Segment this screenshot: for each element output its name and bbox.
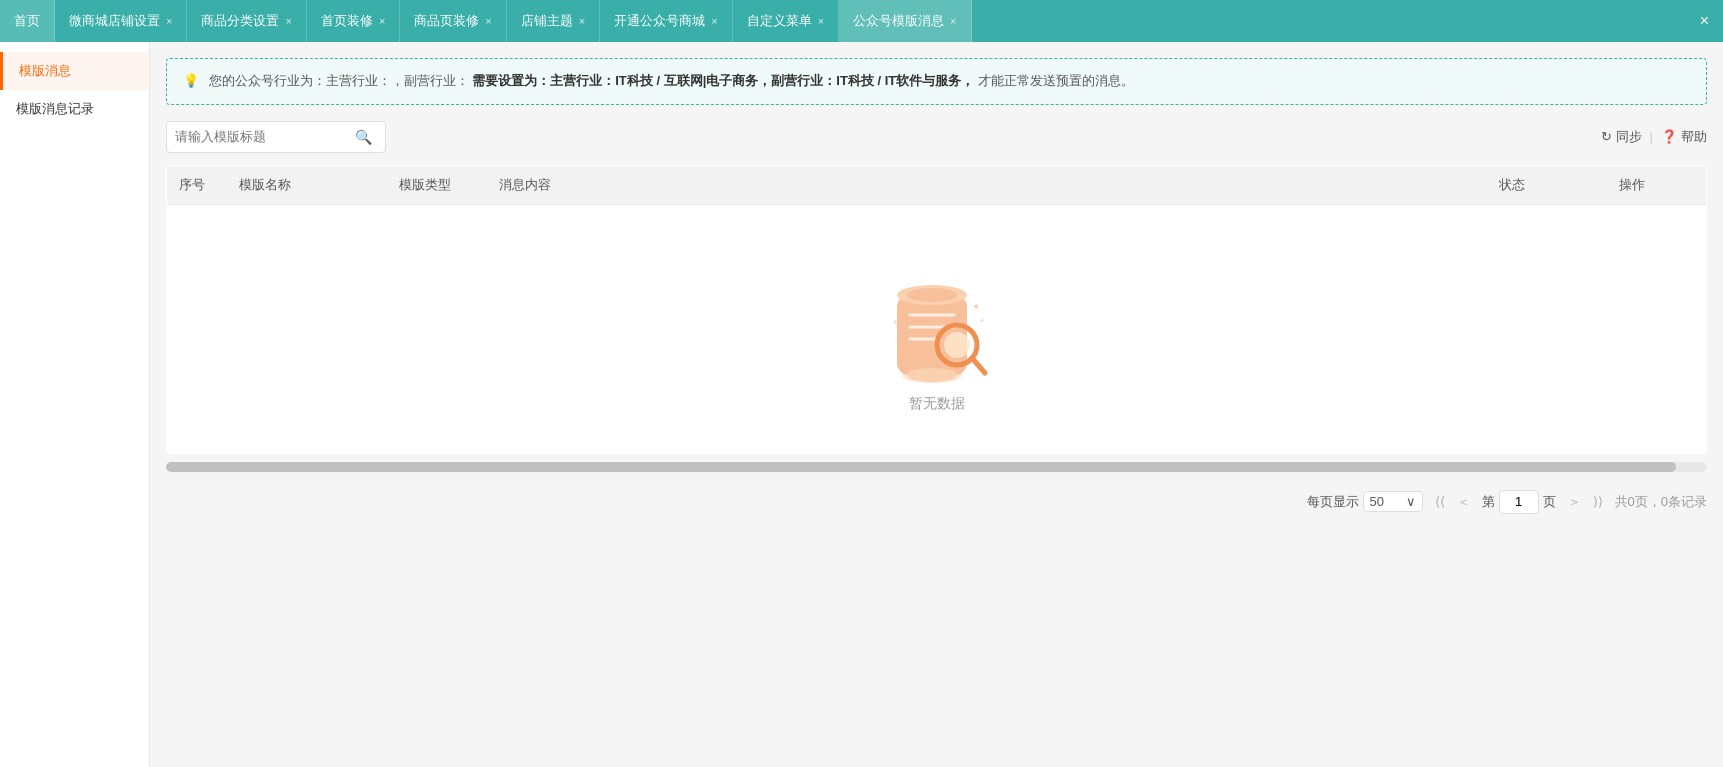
scrollbar-thumb[interactable] <box>166 462 1676 472</box>
search-input-wrap: 🔍 <box>166 121 386 153</box>
empty-state-row: ✦ ✦ ✦ 暂无数据 <box>167 204 1707 453</box>
page-size-select: 每页显示 50 ∨ <box>1307 491 1423 512</box>
tab-template-message[interactable]: 公众号模版消息 × <box>839 0 971 42</box>
col-header-type: 模版类型 <box>387 165 487 204</box>
svg-text:✦: ✦ <box>972 301 980 312</box>
svg-text:✦: ✦ <box>892 318 899 327</box>
svg-point-13 <box>907 368 957 382</box>
total-info: 共0页，0条记录 <box>1615 493 1707 511</box>
page-input: 第 页 <box>1482 490 1556 514</box>
tab-close-store-theme[interactable]: × <box>579 15 585 27</box>
svg-line-9 <box>972 358 985 373</box>
col-header-status: 状态 <box>1487 165 1607 204</box>
search-bar: 🔍 ↻ 同步 | ❓ 帮助 <box>166 121 1707 153</box>
search-icon[interactable]: 🔍 <box>355 129 372 145</box>
page-size-dropdown[interactable]: 50 ∨ <box>1363 491 1423 512</box>
page-nav-next: ＞ ⟩⟩ <box>1564 491 1607 513</box>
tab-homepage-decor[interactable]: 首页装修 × <box>307 0 400 42</box>
toolbar-right: ↻ 同步 | ❓ 帮助 <box>1601 128 1707 146</box>
tab-close-template-message[interactable]: × <box>950 15 956 27</box>
sync-icon: ↻ <box>1601 129 1612 144</box>
last-page-button[interactable]: ⟩⟩ <box>1589 492 1607 511</box>
tab-category-settings[interactable]: 商品分类设置 × <box>187 0 306 42</box>
svg-point-3 <box>907 288 957 302</box>
notice-icon: 💡 <box>183 73 199 88</box>
sidebar-item-template-message[interactable]: 模版消息 <box>0 52 149 90</box>
tab-close-custom-menu[interactable]: × <box>818 15 824 27</box>
help-button[interactable]: ❓ 帮助 <box>1661 128 1707 146</box>
col-header-action: 操作 <box>1607 165 1707 204</box>
col-header-seq: 序号 <box>167 165 227 204</box>
tab-home[interactable]: 首页 <box>0 0 55 42</box>
search-input[interactable] <box>175 122 355 152</box>
empty-state: ✦ ✦ ✦ 暂无数据 <box>167 205 1706 453</box>
dropdown-chevron-icon: ∨ <box>1406 494 1416 509</box>
tab-custom-menu[interactable]: 自定义菜单 × <box>733 0 839 42</box>
col-header-content: 消息内容 <box>487 165 1487 204</box>
tab-open-wechat-mall[interactable]: 开通公众号商城 × <box>600 0 732 42</box>
page-nav: ⟨⟨ ＜ <box>1431 491 1474 513</box>
tab-close-open-wechat-mall[interactable]: × <box>711 15 717 27</box>
pagination: 每页显示 50 ∨ ⟨⟨ ＜ 第 页 ＞ ⟩⟩ 共0页，0条记录 <box>166 480 1707 524</box>
tab-close-store-settings[interactable]: × <box>166 15 172 27</box>
svg-point-8 <box>944 332 970 358</box>
sidebar: 模版消息 模版消息记录 <box>0 42 150 767</box>
sync-button[interactable]: ↻ 同步 <box>1601 128 1642 146</box>
tab-store-settings[interactable]: 微商城店铺设置 × <box>55 0 187 42</box>
next-page-button[interactable]: ＞ <box>1564 491 1585 513</box>
tab-close-product-decor[interactable]: × <box>485 15 491 27</box>
help-icon: ❓ <box>1661 129 1677 144</box>
tab-bar: 首页 微商城店铺设置 × 商品分类设置 × 首页装修 × 商品页装修 × 店铺主… <box>0 0 1723 42</box>
data-table: 序号 模版名称 模版类型 消息内容 状态 操作 <box>166 165 1707 454</box>
content-area: 💡 您的公众号行业为：主营行业：，副营行业： 需要设置为：主营行业：IT科技 /… <box>150 42 1723 767</box>
toolbar-divider: | <box>1650 129 1653 144</box>
sidebar-item-template-message-records[interactable]: 模版消息记录 <box>0 90 149 128</box>
main-layout: 模版消息 模版消息记录 💡 您的公众号行业为：主营行业：，副营行业： 需要设置为… <box>0 42 1723 767</box>
first-page-button[interactable]: ⟨⟨ <box>1431 492 1449 511</box>
tab-close-homepage-decor[interactable]: × <box>379 15 385 27</box>
page-number-input[interactable] <box>1499 490 1539 514</box>
tab-close-category-settings[interactable]: × <box>285 15 291 27</box>
horizontal-scrollbar[interactable] <box>166 462 1707 472</box>
prev-page-button[interactable]: ＜ <box>1453 491 1474 513</box>
tab-store-theme[interactable]: 店铺主题 × <box>507 0 600 42</box>
tab-bar-close-all[interactable]: × <box>1686 12 1723 30</box>
col-header-name: 模版名称 <box>227 165 387 204</box>
empty-illustration: ✦ ✦ ✦ <box>877 265 997 395</box>
table-header-row: 序号 模版名称 模版类型 消息内容 状态 操作 <box>167 165 1707 204</box>
svg-text:✦: ✦ <box>979 317 985 324</box>
tab-product-decor[interactable]: 商品页装修 × <box>400 0 506 42</box>
notice-box: 💡 您的公众号行业为：主营行业：，副营行业： 需要设置为：主营行业：IT科技 /… <box>166 58 1707 105</box>
empty-text: 暂无数据 <box>167 395 1706 413</box>
